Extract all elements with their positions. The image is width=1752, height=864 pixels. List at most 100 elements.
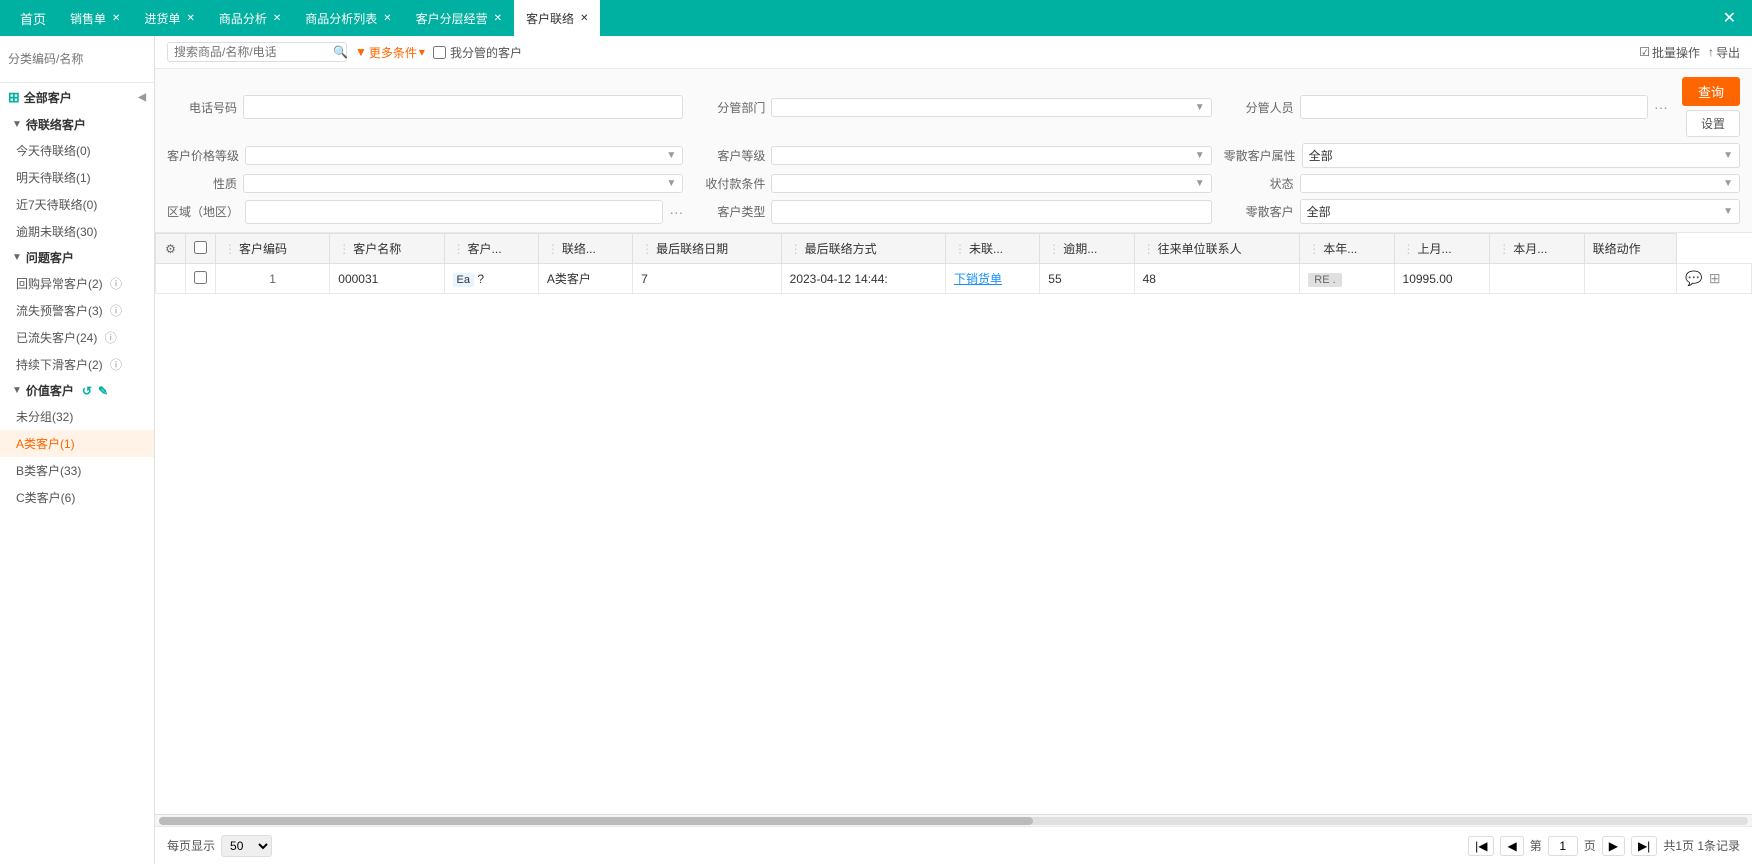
th-gear[interactable]: ⚙ bbox=[156, 234, 186, 264]
filter-search-icon[interactable]: 🔍 bbox=[333, 45, 348, 59]
th-drag-contact[interactable]: ⋮ bbox=[547, 242, 559, 256]
last-method-link[interactable]: 下销货单 bbox=[954, 272, 1002, 286]
qr-icon[interactable]: ⊞ bbox=[1709, 270, 1721, 287]
customer-level-select[interactable]: ▼ bbox=[771, 146, 1211, 165]
dept-select[interactable]: ▼ bbox=[771, 98, 1211, 117]
sidebar-item-churn-warning[interactable]: 流失预警客户(3) ⓘ bbox=[0, 297, 154, 324]
close-tab-sales[interactable]: ✕ bbox=[112, 13, 120, 24]
sidebar-item-overdue[interactable]: 逾期未联络(30) bbox=[0, 218, 154, 245]
th-drag-name[interactable]: ⋮ bbox=[338, 242, 350, 256]
th-contact-count: ⋮ 联络... bbox=[538, 234, 632, 264]
td-name: Ea ? bbox=[444, 264, 538, 294]
th-drag-last-date[interactable]: ⋮ bbox=[641, 242, 653, 256]
th-checkbox[interactable] bbox=[186, 234, 216, 264]
sidebar-item-a-class[interactable]: A类客户(1) bbox=[0, 430, 154, 457]
nav-tab-sales[interactable]: 销售单 ✕ bbox=[58, 0, 132, 36]
filter-row-price-level: 客户价格等级 ▼ bbox=[167, 143, 683, 168]
sidebar-item-churned[interactable]: 已流失客户(24) ⓘ bbox=[0, 324, 154, 351]
edit-icon[interactable]: ✎ bbox=[98, 384, 108, 398]
nav-tab-customer-segmentation[interactable]: 客户分层经营 ✕ bbox=[404, 0, 514, 36]
th-drag-last-method[interactable]: ⋮ bbox=[790, 242, 802, 256]
page-total-label: 页 bbox=[1584, 837, 1596, 854]
scrollbar-thumb[interactable] bbox=[159, 817, 1033, 825]
batch-operation-button[interactable]: ☑ 批量操作 bbox=[1639, 44, 1700, 61]
td-contact-count: 7 bbox=[633, 264, 782, 294]
person-input[interactable] bbox=[1300, 95, 1648, 119]
query-button[interactable]: 查询 bbox=[1682, 77, 1740, 106]
sidebar-search-input[interactable] bbox=[8, 52, 155, 66]
select-all-checkbox[interactable] bbox=[194, 241, 207, 254]
sidebar-pending-contact[interactable]: ▼ 待联络客户 bbox=[0, 112, 154, 137]
sidebar-problem-customers[interactable]: ▼ 问题客户 bbox=[0, 245, 154, 270]
customer-type-input[interactable] bbox=[771, 200, 1211, 224]
row-checkbox[interactable] bbox=[194, 271, 207, 284]
th-actions: 联络动作 bbox=[1584, 234, 1677, 264]
sidebar-all-customers[interactable]: ⊞ 全部客户 ◀ bbox=[0, 83, 154, 112]
nav-tab-purchase[interactable]: 进货单 ✕ bbox=[132, 0, 206, 36]
per-page-select[interactable]: 50 100 200 bbox=[221, 835, 272, 857]
settings-gear-icon[interactable]: ⚙ bbox=[165, 242, 176, 256]
page-first-button[interactable]: |◀ bbox=[1468, 836, 1494, 856]
close-tab-purchase[interactable]: ✕ bbox=[186, 13, 194, 24]
region-dots[interactable]: ··· bbox=[669, 204, 683, 220]
th-drag-year[interactable]: ⋮ bbox=[1308, 242, 1320, 256]
filter-more-button[interactable]: ▼ 更多条件 ▾ bbox=[355, 44, 425, 61]
sidebar-item-declining[interactable]: 持续下滑客户(2) ⓘ bbox=[0, 351, 154, 378]
th-drag-last-month[interactable]: ⋮ bbox=[1403, 242, 1415, 256]
retail-customer-select[interactable]: 全部 ▼ bbox=[1300, 199, 1740, 224]
nav-home[interactable]: 首页 bbox=[8, 9, 58, 28]
td-last-method[interactable]: 下销货单 bbox=[946, 264, 1040, 294]
filter-search-wrap: 🔍 bbox=[167, 42, 347, 62]
export-button[interactable]: ↑ 导出 bbox=[1708, 44, 1740, 61]
nav-tab-customer-contact[interactable]: 客户联络 ✕ bbox=[514, 0, 600, 36]
nav-tab-product-analysis[interactable]: 商品分析 ✕ bbox=[207, 0, 293, 36]
status-select[interactable]: ▼ bbox=[1300, 174, 1740, 193]
page-last-button[interactable]: ▶| bbox=[1631, 836, 1657, 856]
per-page-label: 每页显示 bbox=[167, 837, 215, 854]
phone-input[interactable] bbox=[243, 95, 683, 119]
region-input[interactable] bbox=[245, 200, 663, 224]
chat-icon[interactable]: 💬 bbox=[1685, 270, 1702, 287]
sidebar-item-7days[interactable]: 近7天待联络(0) bbox=[0, 191, 154, 218]
td-actions: 💬 ⊞ bbox=[1677, 264, 1752, 294]
nav-tab-product-list[interactable]: 商品分析列表 ✕ bbox=[293, 0, 403, 36]
th-drag-this-month[interactable]: ⋮ bbox=[1498, 242, 1510, 256]
close-tab-product-analysis[interactable]: ✕ bbox=[273, 13, 281, 24]
sidebar-item-today[interactable]: 今天待联络(0) bbox=[0, 137, 154, 164]
th-drag-contact-person[interactable]: ⋮ bbox=[1143, 242, 1155, 256]
settings-button[interactable]: 设置 bbox=[1686, 110, 1740, 137]
td-checkbox[interactable] bbox=[186, 264, 216, 294]
close-tab-customer-seg[interactable]: ✕ bbox=[494, 13, 502, 24]
price-level-select[interactable]: ▼ bbox=[245, 146, 683, 165]
filter-row-customer-level: 客户等级 ▼ bbox=[695, 143, 1211, 168]
th-drag-no-contact[interactable]: ⋮ bbox=[954, 242, 966, 256]
th-drag-level[interactable]: ⋮ bbox=[453, 242, 465, 256]
th-drag-overdue[interactable]: ⋮ bbox=[1048, 242, 1060, 256]
pagination-bar: 每页显示 50 100 200 |◀ ◀ 第 页 ▶ ▶| 共1页 1条记录 bbox=[155, 826, 1752, 864]
retail-attr-select[interactable]: 全部 ▼ bbox=[1302, 143, 1740, 168]
horizontal-scrollbar[interactable] bbox=[155, 814, 1752, 826]
page-number-input[interactable] bbox=[1548, 836, 1578, 856]
sidebar-value-customers[interactable]: ▼ 价值客户 ↺ ✎ bbox=[0, 378, 154, 403]
nature-select[interactable]: ▼ bbox=[243, 174, 683, 193]
top-close-button[interactable]: ✕ bbox=[1715, 8, 1744, 28]
my-customers-check[interactable] bbox=[433, 46, 446, 59]
sidebar-item-ungrouped[interactable]: 未分组(32) bbox=[0, 403, 154, 430]
close-tab-product-list[interactable]: ✕ bbox=[383, 13, 391, 24]
page-prev-button[interactable]: ◀ bbox=[1500, 836, 1523, 856]
th-drag-code[interactable]: ⋮ bbox=[224, 242, 236, 256]
page-next-button[interactable]: ▶ bbox=[1602, 836, 1625, 856]
sidebar-item-c-class[interactable]: C类客户(6) bbox=[0, 484, 154, 511]
payment-label: 收付款条件 bbox=[695, 175, 765, 192]
sidebar-collapse-icon[interactable]: ◀ bbox=[138, 92, 146, 103]
sidebar-item-repurchase-abnormal[interactable]: 回购异常客户(2) ⓘ bbox=[0, 270, 154, 297]
filter-search-input[interactable] bbox=[174, 45, 329, 59]
sidebar-item-tomorrow[interactable]: 明天待联络(1) bbox=[0, 164, 154, 191]
payment-select[interactable]: ▼ bbox=[771, 174, 1211, 193]
my-customers-checkbox[interactable]: 我分管的客户 bbox=[433, 44, 522, 61]
sidebar-item-b-class[interactable]: B类客户(33) bbox=[0, 457, 154, 484]
close-tab-customer-contact[interactable]: ✕ bbox=[580, 13, 588, 24]
person-dots[interactable]: ··· bbox=[1654, 99, 1668, 115]
refresh-icon[interactable]: ↺ bbox=[82, 384, 92, 398]
scrollbar-track[interactable] bbox=[159, 817, 1748, 825]
